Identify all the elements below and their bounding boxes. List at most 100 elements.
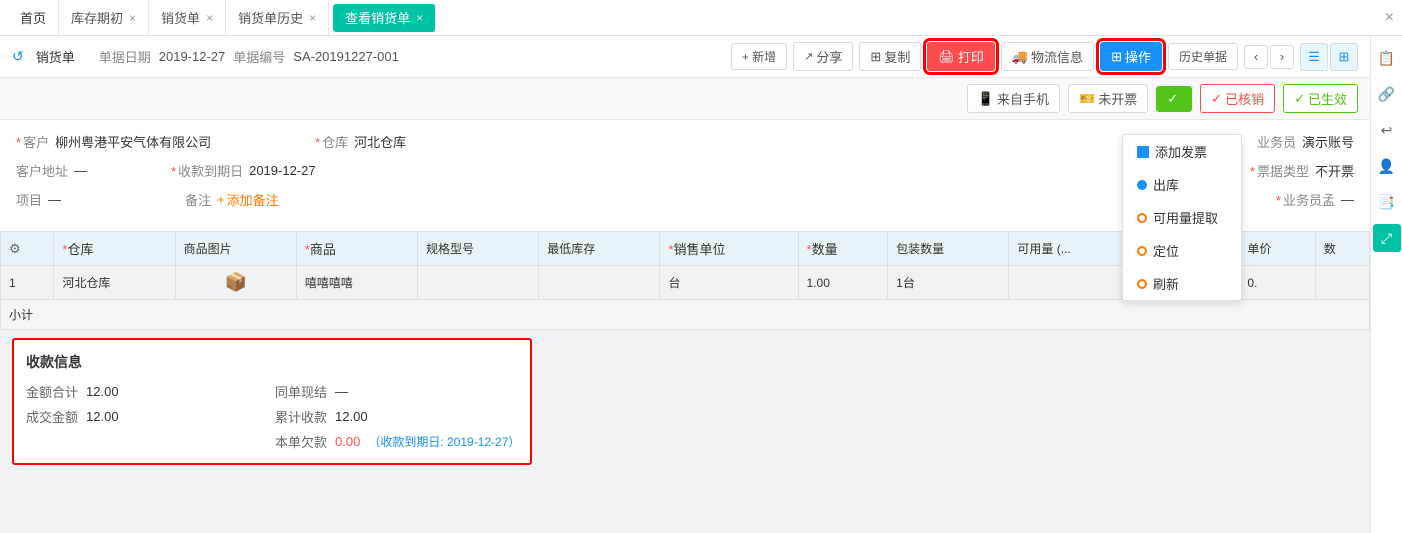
- sidebar-expand-icon[interactable]: ⤢: [1373, 224, 1401, 252]
- staff-value: 演示账号: [1302, 132, 1354, 151]
- th-settings[interactable]: ⚙: [1, 232, 54, 266]
- payment-date-value: 2019-12-27: [249, 163, 316, 178]
- share-button[interactable]: ↗ 分享: [793, 42, 853, 71]
- sidebar-undo-icon[interactable]: ↩: [1373, 116, 1401, 144]
- warehouse-label: 仓库: [315, 132, 348, 151]
- confirm-button[interactable]: ✓: [1156, 86, 1192, 112]
- address-value: —: [74, 163, 87, 178]
- grid-icon: ⊞: [1111, 49, 1122, 65]
- deal-amount-value: 12.00: [86, 409, 119, 424]
- copy-icon: ⊞: [870, 49, 881, 65]
- locate-dot-icon: [1137, 246, 1147, 256]
- invoice-icon: [1137, 146, 1149, 158]
- note-field: 备注 + 添加备注: [185, 190, 279, 209]
- doc-title: 销货单: [36, 47, 75, 66]
- note-label: 备注: [185, 190, 211, 209]
- current-due-item: 本单欠款 0.00 （收款到期日: 2019-12-27）: [275, 432, 518, 451]
- tab-close-view-sales-order[interactable]: ×: [416, 11, 423, 25]
- copy-button[interactable]: ⊞ 复制: [859, 42, 921, 71]
- list-view-button[interactable]: ☰: [1300, 43, 1328, 71]
- tab-sales-order[interactable]: 销货单 ×: [149, 0, 226, 36]
- cumulative-receipt-label: 累计收款: [275, 407, 327, 426]
- right-sidebar: 📋 🔗 ↩ 👤 📑 ⤢: [1370, 36, 1402, 533]
- tab-close-sales-history[interactable]: ×: [309, 11, 316, 25]
- address-label: 客户地址: [16, 161, 68, 180]
- not-opened-button[interactable]: 🎫 未开票: [1068, 84, 1148, 113]
- window-close-button[interactable]: ×: [1385, 9, 1394, 27]
- cell-quantity: 1.00: [798, 266, 888, 300]
- tab-view-sales-order[interactable]: 查看销货单 ×: [333, 4, 436, 32]
- tab-close-sales-order[interactable]: ×: [206, 11, 213, 25]
- cell-unit-price: 0.: [1239, 266, 1315, 300]
- th-product: *商品: [296, 232, 417, 266]
- customer-value: 柳州粤港平安气体有限公司: [55, 132, 211, 151]
- print-button[interactable]: 🖨 打印: [927, 42, 995, 71]
- cumulative-receipt-value: 12.00: [335, 409, 368, 424]
- tab-home[interactable]: 首页: [8, 0, 59, 36]
- current-due-label: 本单欠款: [275, 432, 327, 451]
- staff-label: 业务员: [1257, 132, 1296, 151]
- from-mobile-button[interactable]: 📱 来自手机: [967, 84, 1060, 113]
- same-order-item: 同单现结 —: [275, 382, 518, 401]
- dropdown-available-qty[interactable]: 可用量提取: [1123, 201, 1241, 234]
- tab-close-inventory-init[interactable]: ×: [129, 11, 136, 25]
- sidebar-doc-icon[interactable]: 📑: [1373, 188, 1401, 216]
- cell-image: 📦: [175, 266, 296, 300]
- mobile-icon: 📱: [978, 91, 994, 107]
- same-order-value: —: [335, 384, 348, 399]
- prev-button[interactable]: ‹: [1244, 45, 1268, 69]
- already-cancelled-button[interactable]: ✓ 已核销: [1200, 84, 1275, 113]
- no-label: 单据编号: [233, 47, 285, 66]
- circle-ok-icon: ✓: [1294, 91, 1305, 107]
- sidebar-link-icon[interactable]: 🔗: [1373, 80, 1401, 108]
- next-button[interactable]: ›: [1270, 45, 1294, 69]
- sidebar-copy-icon[interactable]: 📋: [1373, 44, 1401, 72]
- th-unit-price: 单价: [1239, 232, 1315, 266]
- add-note-button[interactable]: + 添加备注: [217, 190, 279, 209]
- dropdown-add-invoice[interactable]: 添加发票: [1123, 135, 1241, 168]
- truck-icon: 🚚: [1012, 49, 1028, 65]
- dropdown-outbound[interactable]: 出库: [1123, 168, 1241, 201]
- deal-amount-label: 成交金额: [26, 407, 78, 426]
- sidebar-user-icon[interactable]: 👤: [1373, 152, 1401, 180]
- tab-sales-history[interactable]: 销货单历史 ×: [226, 0, 329, 36]
- total-amount-value: 12.00: [86, 384, 119, 399]
- doc-meta: 单据日期 2019-12-27 单据编号 SA-20191227-001: [99, 47, 723, 66]
- warehouse-value: 河北仓库: [354, 132, 406, 151]
- dropdown-refresh[interactable]: 刷新: [1123, 267, 1241, 300]
- operations-dropdown: 添加发票 出库 可用量提取 定位 刷新: [1122, 134, 1242, 301]
- logistics-button[interactable]: 🚚 物流信息: [1001, 42, 1094, 71]
- payment-date-label: 收款到期日: [171, 161, 243, 180]
- no-value: SA-20191227-001: [293, 49, 399, 64]
- already-effective-button[interactable]: ✓ 已生效: [1283, 84, 1358, 113]
- th-unit: *销售单位: [660, 232, 798, 266]
- customer-field: 客户 柳州粤港平安气体有限公司: [16, 132, 211, 151]
- th-min-stock: 最低库存: [539, 232, 660, 266]
- grid-view-button[interactable]: ⊞: [1330, 43, 1358, 71]
- check-icon: ✓: [1167, 91, 1178, 107]
- product-image: 📦: [225, 272, 247, 292]
- th-warehouse: *仓库: [54, 232, 175, 266]
- tab-inventory-init[interactable]: 库存期初 ×: [59, 0, 149, 36]
- address-field: 客户地址 —: [16, 161, 87, 180]
- toolbar-actions: + 新增 ↗ 分享 ⊞ 复制 🖨 打印 🚚 物流信息: [731, 42, 1358, 71]
- salesman-value: —: [1341, 192, 1354, 207]
- settings-icon[interactable]: ⚙: [9, 241, 21, 256]
- share-icon: ↗: [804, 50, 813, 63]
- payment-date-field: 收款到期日 2019-12-27: [171, 161, 316, 180]
- doc-icon: ↺: [12, 48, 24, 65]
- cell-amount: [1315, 266, 1369, 300]
- history-button[interactable]: 历史单据: [1168, 43, 1238, 70]
- date-label: 单据日期: [99, 47, 151, 66]
- due-note: （收款到期日: 2019-12-27）: [368, 433, 518, 450]
- warehouse-field: 仓库 河北仓库: [315, 132, 406, 151]
- cell-available: [1009, 266, 1140, 300]
- dropdown-locate[interactable]: 定位: [1123, 234, 1241, 267]
- payment-title: 收款信息: [26, 352, 518, 372]
- th-image: 商品图片: [175, 232, 296, 266]
- circle-check-icon: ✓: [1211, 91, 1222, 107]
- new-button[interactable]: + 新增: [731, 43, 787, 70]
- cell-spec: [418, 266, 539, 300]
- app-wrapper: 首页 库存期初 × 销货单 × 销货单历史 × 查看销货单 × × ↺ 销货单 …: [0, 0, 1402, 533]
- operations-button[interactable]: ⊞ 操作: [1100, 42, 1162, 71]
